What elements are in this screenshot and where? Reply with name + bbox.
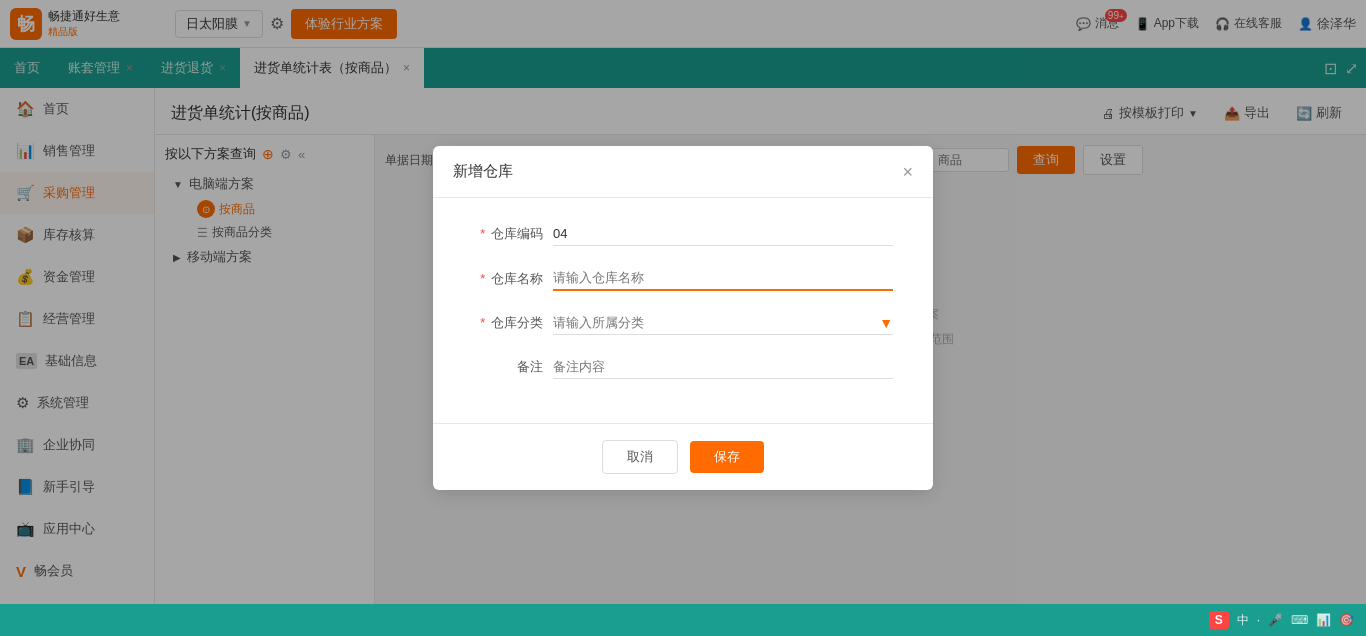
category-label: * 仓库分类 <box>473 314 543 332</box>
code-label: * 仓库编码 <box>473 225 543 243</box>
form-row-note: 备注 <box>473 355 893 379</box>
modal-body: * 仓库编码 * 仓库名称 * 仓库分类 <box>433 198 933 423</box>
modal-overlay: 新增仓库 × * 仓库编码 * 仓库名称 <box>0 0 1366 636</box>
form-row-category: * 仓库分类 ▼ <box>473 311 893 335</box>
status-dot: · <box>1257 613 1260 627</box>
name-input[interactable] <box>553 266 893 291</box>
modal-header: 新增仓库 × <box>433 146 933 198</box>
status-mic[interactable]: 🎤 <box>1268 613 1283 627</box>
modal-title: 新增仓库 <box>453 162 513 181</box>
form-row-code: * 仓库编码 <box>473 222 893 246</box>
note-input[interactable] <box>553 355 893 379</box>
category-input[interactable] <box>553 311 893 335</box>
status-keyboard[interactable]: ⌨ <box>1291 613 1308 627</box>
status-s-logo: S <box>1209 611 1229 629</box>
add-warehouse-modal: 新增仓库 × * 仓库编码 * 仓库名称 <box>433 146 933 490</box>
status-cn[interactable]: 中 <box>1237 612 1249 629</box>
form-row-name: * 仓库名称 <box>473 266 893 291</box>
status-chart[interactable]: 📊 <box>1316 613 1331 627</box>
category-select-wrapper: ▼ <box>553 311 893 335</box>
name-label: * 仓库名称 <box>473 270 543 288</box>
code-input[interactable] <box>553 222 893 246</box>
modal-footer: 取消 保存 <box>433 423 933 490</box>
note-label: 备注 <box>473 358 543 376</box>
cancel-button[interactable]: 取消 <box>602 440 678 474</box>
status-target[interactable]: 🎯 <box>1339 613 1354 627</box>
save-button[interactable]: 保存 <box>690 441 764 473</box>
modal-close-button[interactable]: × <box>902 163 913 181</box>
status-bar: S 中 · 🎤 ⌨ 📊 🎯 <box>0 604 1366 636</box>
